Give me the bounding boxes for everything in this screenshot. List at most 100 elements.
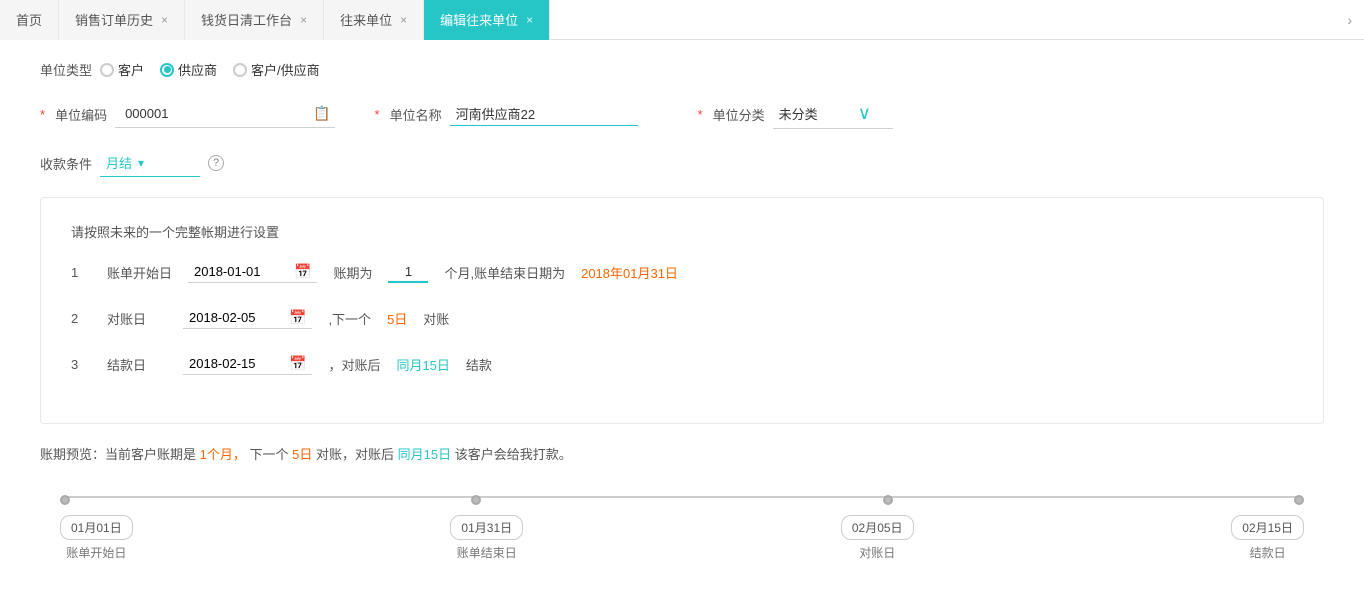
period-label-3: 结款日 [107,355,167,374]
preview-reconcile: 5日 [292,447,312,462]
tabs-bar: 首页 销售订单历史 × 钱货日清工作台 × 往来单位 × 编辑往来单位 × › [0,0,1364,40]
payment-terms-row: 收款条件 月结 ▾ ? [40,149,1324,177]
period-months-input[interactable] [388,262,428,283]
timeline-badge-1: 01月31日 [450,515,523,540]
radio-supplier-label: 供应商 [178,60,217,79]
period-date-3-input[interactable] [189,356,279,371]
tab-partner-close[interactable]: × [400,13,407,27]
period-date-3-wrapper: 📅 [183,353,312,375]
timeline-badge-3: 02月15日 [1231,515,1304,540]
unit-classify-required-star: * [698,107,703,122]
payment-terms-dropdown[interactable]: 月结 ▾ [100,149,200,177]
tab-edit-partner-close[interactable]: × [526,13,533,27]
tab-cash-work-close[interactable]: × [300,13,307,27]
unit-name-field: * 单位名称 [375,102,638,126]
tab-scroll-right[interactable]: › [1335,12,1364,28]
radio-both-label: 客户/供应商 [251,60,320,79]
unit-name-input[interactable] [450,102,638,126]
unit-type-row: 单位类型 客户 供应商 客户/供应商 [40,60,1324,79]
radio-customer[interactable]: 客户 [100,60,144,79]
classify-arrow-icon: ∨ [858,103,871,124]
period-date-3-calendar-icon[interactable]: 📅 [289,355,306,372]
radio-customer-circle [100,63,114,77]
preview-mid: 下一个 [250,447,289,462]
unit-type-field: 单位类型 客户 供应商 客户/供应商 [40,60,320,79]
preview-period: 1个月， [200,447,246,462]
timeline-sublabel-2: 对账日 [859,544,895,561]
timeline-label-1: 01月31日 账单结束日 [450,515,523,561]
unit-code-input-wrapper: 📋 [115,100,334,128]
payment-terms-help-icon[interactable]: ? [208,155,224,171]
timeline-dot-1 [471,495,481,505]
period-end-date: 2018年01月31日 [581,263,678,282]
radio-supplier-circle [160,63,174,77]
period-suffix-3-before: ，对账后 [328,355,380,374]
payment-terms-dropdown-icon: ▾ [138,156,144,170]
unit-code-input[interactable] [119,102,307,125]
period-config-box: 请按照未来的一个完整帐期进行设置 1 账单开始日 📅 账期为 个月,账单结束日期… [40,197,1324,424]
preview-prefix: 账期预览：当前客户账期是 [40,447,196,462]
preview-mid2: 对账，对账后 [316,447,394,462]
timeline-section: 01月01日 账单开始日 01月31日 账单结束日 02月05日 对账日 02月… [40,487,1324,561]
period-suffix-2-after: 对账 [423,309,449,328]
tab-partner[interactable]: 往来单位 × [324,0,424,40]
period-row-3: 3 结款日 📅 ，对账后 同月15日 结款 [71,353,1293,375]
radio-both[interactable]: 客户/供应商 [233,60,320,79]
period-date-2-wrapper: 📅 [183,307,312,329]
timeline-sublabel-1: 账单结束日 [457,544,517,561]
tab-cash-work[interactable]: 钱货日清工作台 × [185,0,324,40]
tab-edit-partner[interactable]: 编辑往来单位 × [424,0,550,40]
unit-code-required-star: * [40,107,45,122]
period-reconcile-highlight: 5日 [387,309,407,328]
unit-code-picker-icon[interactable]: 📋 [313,105,330,122]
page-content: 单位类型 客户 供应商 客户/供应商 * 单位编码 [0,40,1364,608]
tab-cash-work-label: 钱货日清工作台 [201,10,292,29]
tab-home[interactable]: 首页 [0,0,59,40]
radio-group-unit-type: 客户 供应商 客户/供应商 [100,60,320,79]
tab-sales-history[interactable]: 销售订单历史 × [59,0,185,40]
payment-terms-field: 收款条件 月结 ▾ ? [40,149,224,177]
period-date-1-calendar-icon[interactable]: 📅 [294,263,311,280]
timeline-badge-2: 02月05日 [841,515,914,540]
timeline-dot-0 [60,495,70,505]
unit-code-label: 单位编码 [55,105,107,124]
tab-sales-history-label: 销售订单历史 [75,10,153,29]
unit-classify-label: 单位分类 [713,105,765,124]
period-config-title: 请按照未来的一个完整帐期进行设置 [71,222,1293,241]
unit-classify-field: * 单位分类 未分类 ∨ [698,99,893,129]
payment-terms-value: 月结 [106,153,132,172]
period-label-2: 对账日 [107,309,167,328]
timeline-line-row [60,487,1304,507]
period-payment-highlight: 同月15日 [396,355,449,374]
period-suffix-3-after: 结款 [466,355,492,374]
timeline-badge-0: 01月01日 [60,515,133,540]
unit-classify-value: 未分类 [779,104,818,123]
tab-home-label: 首页 [16,10,42,29]
preview-payment: 同月15日 [398,447,451,462]
period-suffix-1-after: 个月,账单结束日期为 [444,263,565,282]
period-row-1: 1 账单开始日 📅 账期为 个月,账单结束日期为 2018年01月31日 [71,261,1293,283]
payment-terms-label: 收款条件 [40,154,92,173]
tab-sales-history-close[interactable]: × [161,13,168,27]
radio-supplier[interactable]: 供应商 [160,60,217,79]
timeline-label-0: 01月01日 账单开始日 [60,515,133,561]
period-num-2: 2 [71,311,91,326]
period-num-3: 3 [71,357,91,372]
period-date-1-wrapper: 📅 [188,261,317,283]
period-date-2-input[interactable] [189,310,279,325]
period-date-1-input[interactable] [194,264,284,279]
timeline-sublabel-3: 结款日 [1250,544,1286,561]
timeline-labels-row: 01月01日 账单开始日 01月31日 账单结束日 02月05日 对账日 02月… [60,515,1304,561]
unit-classify-dropdown[interactable]: 未分类 ∨ [773,99,893,129]
tab-edit-partner-label: 编辑往来单位 [440,10,518,29]
timeline-dot-3 [1294,495,1304,505]
timeline-label-2: 02月05日 对账日 [841,515,914,561]
radio-both-circle [233,63,247,77]
unit-name-required-star: * [375,107,380,122]
period-date-2-calendar-icon[interactable]: 📅 [289,309,306,326]
timeline-dot-2 [883,495,893,505]
period-num-1: 1 [71,265,91,280]
period-label-1: 账单开始日 [107,263,172,282]
unit-info-row: * 单位编码 📋 * 单位名称 * 单位分类 未分类 ∨ [40,99,1324,129]
tab-partner-label: 往来单位 [340,10,392,29]
